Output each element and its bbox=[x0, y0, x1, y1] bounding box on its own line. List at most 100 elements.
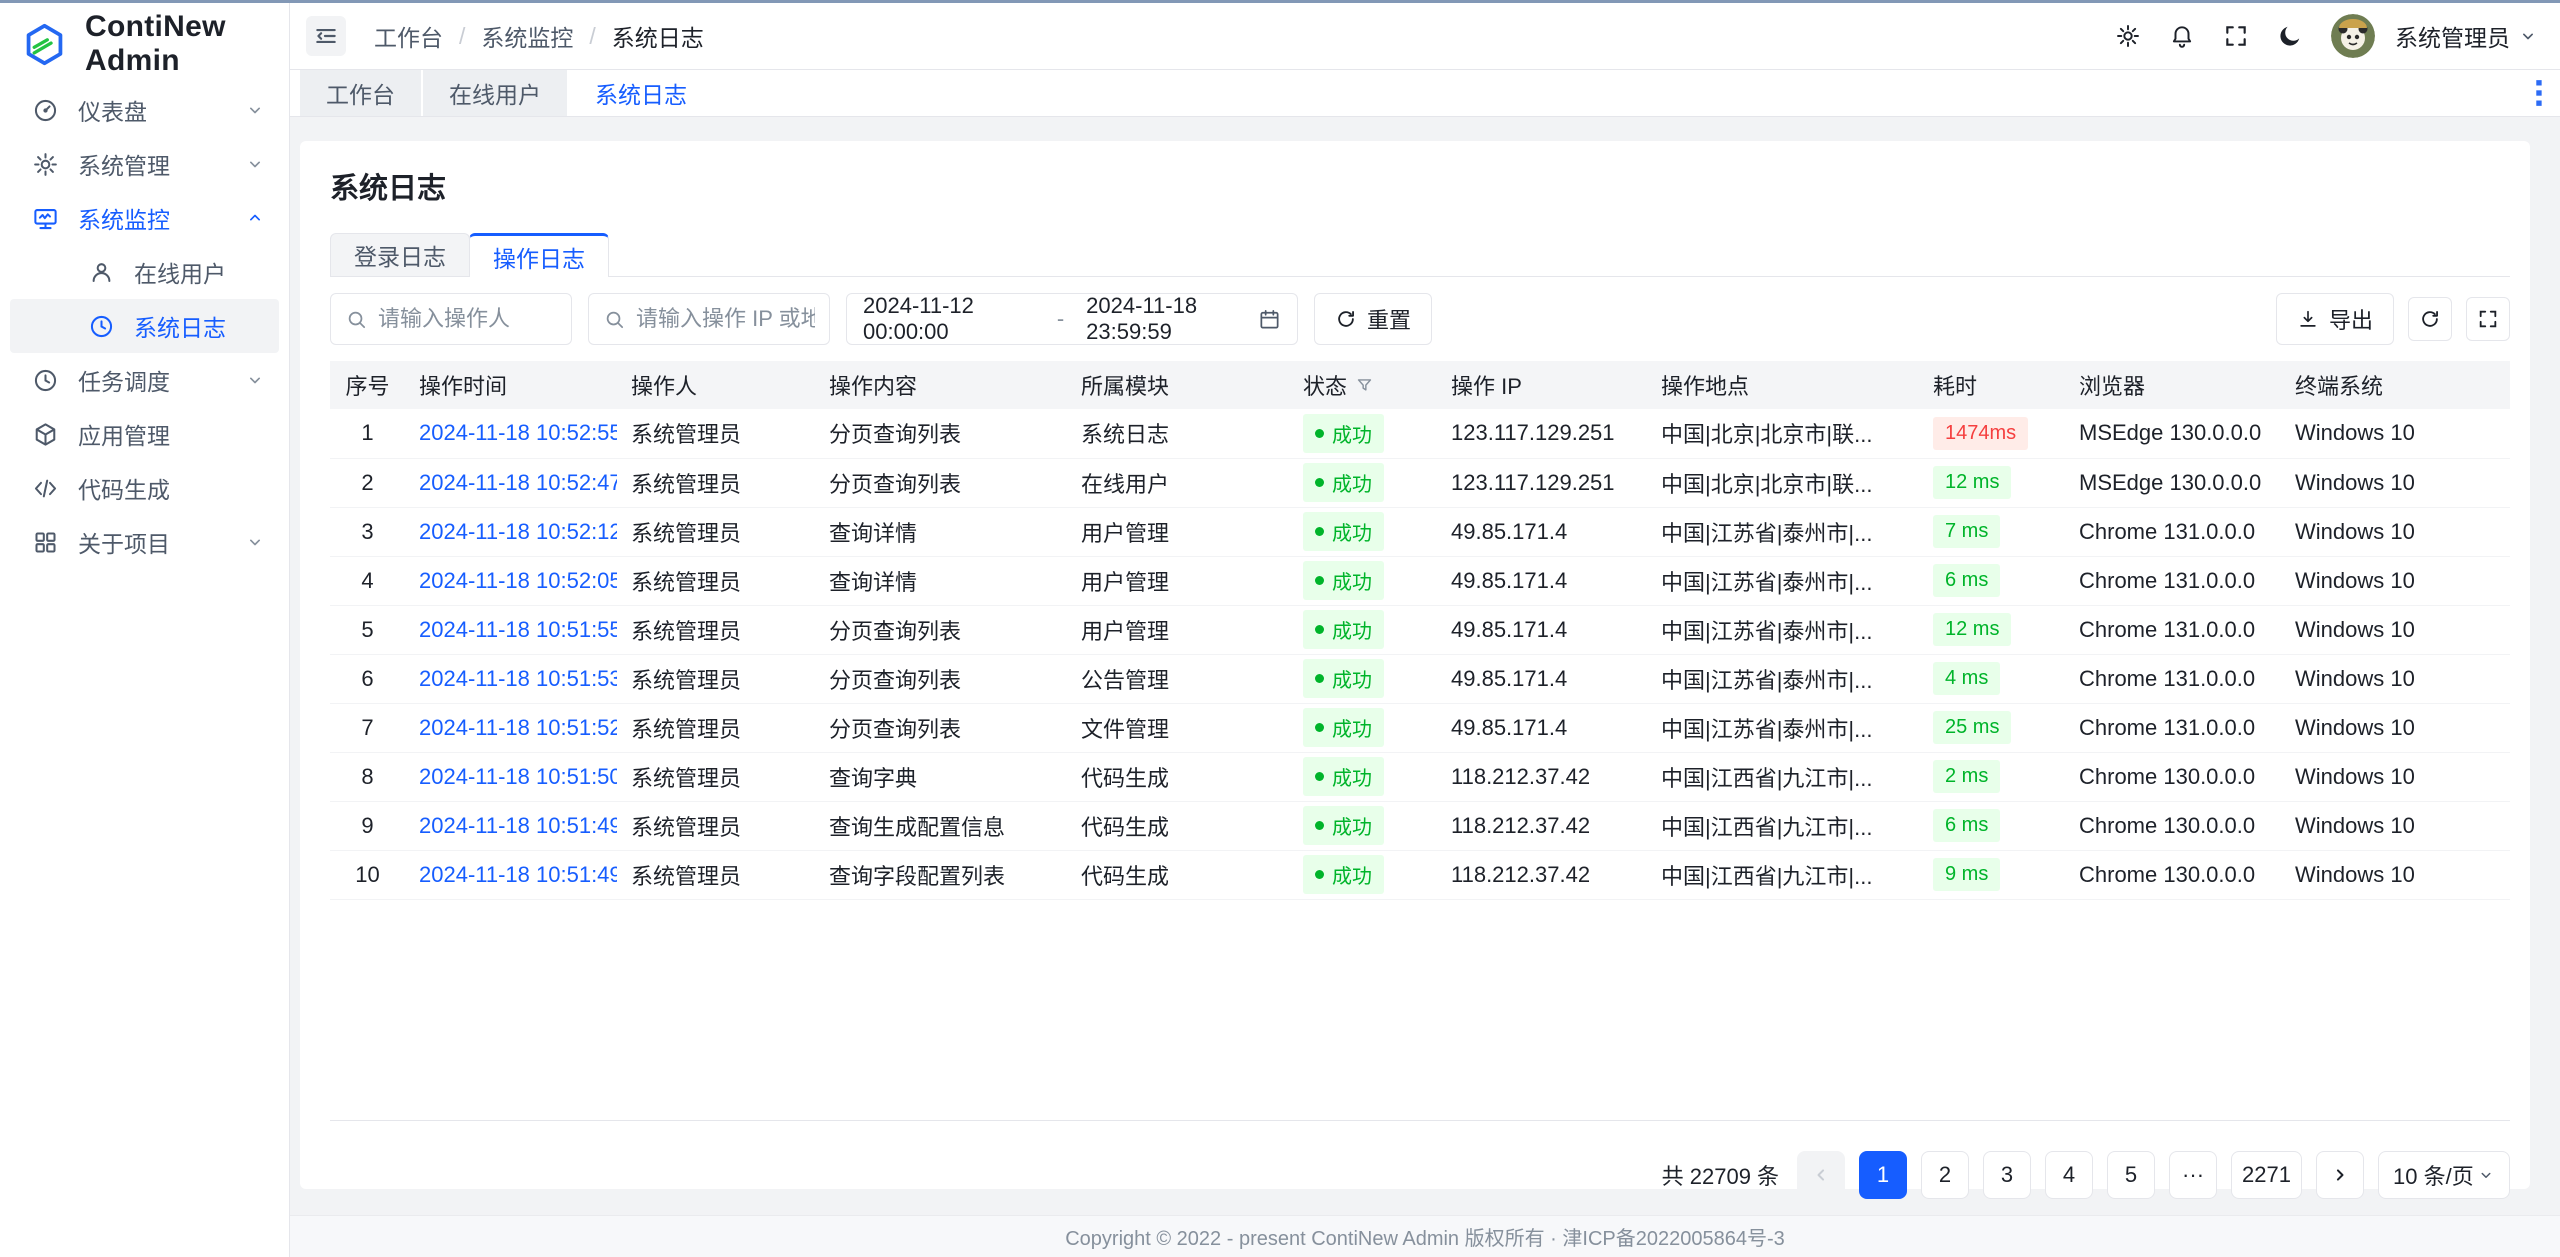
cell-module: 用户管理 bbox=[1067, 507, 1289, 556]
breadcrumb-item[interactable]: 工作台 bbox=[374, 19, 443, 53]
cell-content: 查询生成配置信息 bbox=[815, 801, 1067, 850]
cell-time-link[interactable]: 2024-11-18 10:51:49 bbox=[419, 813, 617, 838]
status-dot-icon bbox=[1315, 527, 1324, 536]
apps-icon bbox=[32, 528, 62, 556]
cell-index: 1 bbox=[330, 409, 405, 458]
sidebar-item-about-project[interactable]: 关于项目 bbox=[10, 515, 279, 569]
brand-hexagon-icon bbox=[22, 22, 67, 67]
cell-os: Windows 10 bbox=[2281, 507, 2510, 556]
nav-tab-system-log[interactable]: 系统日志 bbox=[569, 70, 713, 116]
breadcrumb: 工作台 / 系统监控 / 系统日志 bbox=[374, 19, 704, 53]
pagination-next-button[interactable] bbox=[2316, 1151, 2364, 1199]
expand-table-button[interactable] bbox=[2466, 297, 2510, 341]
tabs-more-icon[interactable] bbox=[2535, 70, 2544, 116]
sidebar-item-task-scheduler[interactable]: 任务调度 bbox=[10, 353, 279, 407]
cell-content: 分页查询列表 bbox=[815, 605, 1067, 654]
notifications-button[interactable] bbox=[2159, 13, 2205, 59]
reset-button[interactable]: 重置 bbox=[1314, 293, 1432, 345]
pagination-page-4[interactable]: 4 bbox=[2045, 1151, 2093, 1199]
date-start-value: 2024-11-12 00:00:00 bbox=[863, 293, 1035, 345]
status-badge: 成功 bbox=[1303, 757, 1384, 796]
content-area: 系统日志 登录日志 操作日志 2024-11-12 00:00: bbox=[290, 117, 2560, 1215]
sidebar-item-label: 系统监控 bbox=[78, 201, 245, 235]
status-badge: 成功 bbox=[1303, 855, 1384, 894]
cell-operator: 系统管理员 bbox=[617, 850, 815, 899]
cell-time-link[interactable]: 2024-11-18 10:52:55 bbox=[419, 420, 617, 445]
nav-tab-workbench[interactable]: 工作台 bbox=[300, 70, 421, 116]
sidebar-item-system-monitor[interactable]: 系统监控 bbox=[10, 191, 279, 245]
fullscreen-icon bbox=[2223, 23, 2249, 49]
cell-time-link[interactable]: 2024-11-18 10:52:47 bbox=[419, 470, 617, 495]
avatar[interactable] bbox=[2331, 14, 2375, 58]
col-content: 操作内容 bbox=[815, 361, 1067, 409]
brand-logo[interactable]: ContiNew Admin bbox=[0, 3, 289, 71]
pagination-total: 共 22709 条 bbox=[1662, 1159, 1779, 1191]
collapse-sidebar-button[interactable] bbox=[306, 16, 346, 56]
status-badge: 成功 bbox=[1303, 414, 1384, 453]
sidebar-item-system-management[interactable]: 系统管理 bbox=[10, 137, 279, 191]
sidebar-item-system-log[interactable]: 系统日志 bbox=[10, 299, 279, 353]
cell-time-link[interactable]: 2024-11-18 10:52:05 bbox=[419, 568, 617, 593]
sidebar-item-dashboard[interactable]: 仪表盘 bbox=[10, 83, 279, 137]
sidebar-item-label: 在线用户 bbox=[134, 255, 265, 289]
cell-operator: 系统管理员 bbox=[617, 605, 815, 654]
cell-time-link[interactable]: 2024-11-18 10:51:49 bbox=[419, 862, 617, 887]
duration-badge: 6 ms bbox=[1933, 809, 2000, 842]
cell-time-link[interactable]: 2024-11-18 10:52:12 bbox=[419, 519, 617, 544]
dark-mode-button[interactable] bbox=[2267, 13, 2313, 59]
pagination-page-2[interactable]: 2 bbox=[1921, 1151, 1969, 1199]
footer: Copyright © 2022 - present ContiNew Admi… bbox=[290, 1215, 2560, 1257]
cell-operator: 系统管理员 bbox=[617, 409, 815, 458]
status-badge: 成功 bbox=[1303, 659, 1384, 698]
ip-search-field[interactable] bbox=[588, 293, 830, 345]
cell-index: 10 bbox=[330, 850, 405, 899]
cell-location: 中国|江西省|九江市|... bbox=[1647, 801, 1919, 850]
breadcrumb-item[interactable]: 系统监控 bbox=[481, 19, 573, 53]
user-menu[interactable]: 系统管理员 bbox=[2395, 19, 2538, 53]
cell-browser: Chrome 130.0.0.0 bbox=[2065, 801, 2281, 850]
col-ip: 操作 IP bbox=[1437, 361, 1647, 409]
pagination-page-5[interactable]: 5 bbox=[2107, 1151, 2155, 1199]
pagination-prev-button[interactable] bbox=[1797, 1151, 1845, 1199]
cell-os: Windows 10 bbox=[2281, 703, 2510, 752]
cell-time-link[interactable]: 2024-11-18 10:51:52 bbox=[419, 715, 617, 740]
operator-search-field[interactable] bbox=[330, 293, 572, 345]
cell-operator: 系统管理员 bbox=[617, 654, 815, 703]
operator-search-input[interactable] bbox=[378, 306, 557, 332]
filter-funnel-icon[interactable] bbox=[1355, 376, 1374, 395]
fullscreen-button[interactable] bbox=[2213, 13, 2259, 59]
page-size-select[interactable]: 10 条/页 bbox=[2378, 1151, 2510, 1199]
cell-time-link[interactable]: 2024-11-18 10:51:55 bbox=[419, 617, 617, 642]
date-range-picker[interactable]: 2024-11-12 00:00:00 - 2024-11-18 23:59:5… bbox=[846, 293, 1298, 345]
page-title: 系统日志 bbox=[330, 141, 2510, 207]
tab-operation-log[interactable]: 操作日志 bbox=[469, 233, 609, 277]
col-status: 状态 bbox=[1289, 361, 1437, 409]
cell-status: 成功 bbox=[1289, 850, 1437, 899]
cell-index: 6 bbox=[330, 654, 405, 703]
pagination-page-3[interactable]: 3 bbox=[1983, 1151, 2031, 1199]
sidebar-item-label: 应用管理 bbox=[78, 417, 265, 451]
refresh-table-button[interactable] bbox=[2408, 297, 2452, 341]
pagination-last-page[interactable]: 2271 bbox=[2231, 1151, 2302, 1199]
history-icon bbox=[88, 312, 118, 340]
sidebar: ContiNew Admin 仪表盘 系统管理 bbox=[0, 3, 290, 1257]
cell-module: 代码生成 bbox=[1067, 801, 1289, 850]
pagination-page-1[interactable]: 1 bbox=[1859, 1151, 1907, 1199]
cell-time-link[interactable]: 2024-11-18 10:51:53 bbox=[419, 666, 617, 691]
pagination-ellipsis[interactable]: ··· bbox=[2169, 1151, 2217, 1199]
cell-time-link[interactable]: 2024-11-18 10:51:50 bbox=[419, 764, 617, 789]
sidebar-item-online-users[interactable]: 在线用户 bbox=[10, 245, 279, 299]
cell-location: 中国|北京|北京市|联... bbox=[1647, 409, 1919, 458]
settings-button[interactable] bbox=[2105, 13, 2151, 59]
log-tabs: 登录日志 操作日志 bbox=[330, 233, 2510, 277]
calendar-icon bbox=[1258, 308, 1281, 331]
ip-search-input[interactable] bbox=[636, 306, 815, 332]
export-button[interactable]: 导出 bbox=[2276, 293, 2394, 345]
sidebar-item-code-generator[interactable]: 代码生成 bbox=[10, 461, 279, 515]
table-row: 7 2024-11-18 10:51:52 系统管理员 分页查询列表 文件管理 … bbox=[330, 703, 2510, 752]
page-size-value: 10 条/页 bbox=[2393, 1159, 2474, 1191]
sidebar-item-app-management[interactable]: 应用管理 bbox=[10, 407, 279, 461]
cell-status: 成功 bbox=[1289, 654, 1437, 703]
tab-login-log[interactable]: 登录日志 bbox=[330, 233, 470, 276]
nav-tab-online-users[interactable]: 在线用户 bbox=[423, 70, 567, 116]
